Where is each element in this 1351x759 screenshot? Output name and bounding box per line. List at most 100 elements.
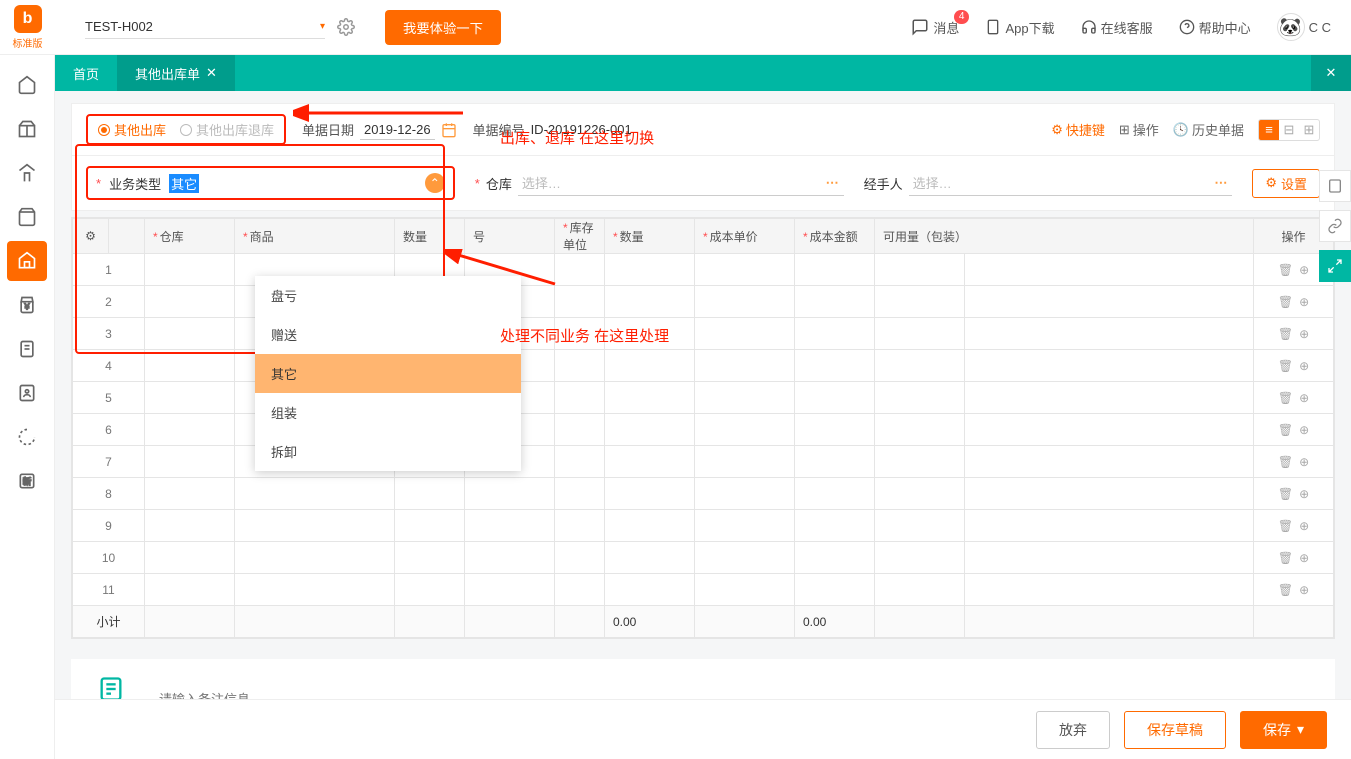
operation-button[interactable]: ⊞操作	[1119, 120, 1159, 139]
nav-sync[interactable]	[7, 417, 47, 457]
messages-link[interactable]: 消息 4	[911, 18, 959, 37]
discard-button[interactable]: 放弃	[1036, 711, 1110, 749]
radio-other-outbound[interactable]: 其他出库	[98, 120, 166, 139]
delete-icon[interactable]: 🗑	[1278, 359, 1293, 373]
svg-text:新: 新	[23, 476, 31, 486]
add-row-icon[interactable]: ⊕	[1299, 263, 1309, 277]
org-settings-icon[interactable]	[337, 18, 355, 36]
tab-home[interactable]: 首页	[55, 55, 117, 91]
chevron-up-icon[interactable]: ⌃	[425, 173, 445, 193]
view-list-icon[interactable]: ≡	[1259, 120, 1279, 140]
radio-other-return[interactable]: 其他出库退库	[180, 120, 274, 139]
logo-icon: b	[14, 5, 42, 33]
nav-money[interactable]: ￥	[7, 285, 47, 325]
add-row-icon[interactable]: ⊕	[1299, 519, 1309, 533]
avatar-icon: 🐼	[1277, 13, 1305, 41]
table-row[interactable]: 11 🗑⊕	[73, 574, 1334, 606]
business-type-input[interactable]: 其它	[169, 174, 417, 193]
tab-other-outbound[interactable]: 其他出库单 ✕	[117, 55, 235, 91]
settings-button[interactable]: ⚙ 设置	[1252, 169, 1320, 198]
logo[interactable]: b 标准版	[0, 0, 55, 55]
add-row-icon[interactable]: ⊕	[1299, 551, 1309, 565]
add-row-icon[interactable]: ⊕	[1299, 359, 1309, 373]
business-type-dropdown: 盘亏赠送其它组装拆卸	[255, 276, 521, 471]
delete-icon[interactable]: 🗑	[1278, 327, 1293, 341]
history-button[interactable]: 🕓历史单据	[1173, 120, 1244, 139]
delete-icon[interactable]: 🗑	[1278, 423, 1293, 437]
table-row[interactable]: 8 🗑⊕	[73, 478, 1334, 510]
messages-badge: 4	[954, 10, 970, 24]
form-row2: * 业务类型 其它 ⌃ * 仓库 选择… ⋯ 经手人 选择… ⋯ ⚙	[71, 156, 1335, 211]
required-star-icon: *	[96, 176, 101, 191]
add-row-icon[interactable]: ⊕	[1299, 391, 1309, 405]
gear-icon: ⚙	[1051, 122, 1063, 138]
view-card-icon[interactable]: ⊞	[1299, 120, 1319, 140]
column-config-icon[interactable]: ⚙	[73, 219, 109, 254]
delete-icon[interactable]: 🗑	[1278, 519, 1293, 533]
user-menu[interactable]: 🐼 C C	[1277, 13, 1331, 41]
dropdown-item[interactable]: 组装	[255, 393, 521, 432]
top-header: b 标准版 TEST-H002 ▾ 我要体验一下 消息 4 App下载 在线客服…	[0, 0, 1351, 55]
nav-bag[interactable]	[7, 197, 47, 237]
add-row-icon[interactable]: ⊕	[1299, 583, 1309, 597]
rail-note-icon[interactable]	[1319, 170, 1351, 202]
app-download-link[interactable]: App下载	[985, 18, 1054, 37]
delete-icon[interactable]: 🗑	[1278, 583, 1293, 597]
table-row[interactable]: 10 🗑⊕	[73, 542, 1334, 574]
rail-expand-icon[interactable]	[1319, 250, 1351, 282]
delete-icon[interactable]: 🗑	[1278, 551, 1293, 565]
try-button[interactable]: 我要体验一下	[385, 10, 501, 45]
handler-input[interactable]: 选择… ⋯	[909, 170, 1233, 196]
nav-contacts[interactable]	[7, 373, 47, 413]
left-nav: ￥ 新	[0, 55, 55, 759]
view-toggle: ≡ ⊟ ⊞	[1258, 119, 1320, 141]
delete-icon[interactable]: 🗑	[1278, 487, 1293, 501]
nav-clipboard[interactable]	[7, 329, 47, 369]
nav-home[interactable]	[7, 65, 47, 105]
delete-icon[interactable]: 🗑	[1278, 263, 1293, 277]
nav-warehouse[interactable]	[7, 241, 47, 281]
view-compact-icon[interactable]: ⊟	[1279, 120, 1299, 140]
help-link[interactable]: 帮助中心	[1179, 18, 1251, 37]
save-draft-button[interactable]: 保存草稿	[1124, 711, 1226, 749]
save-button[interactable]: 保存 ▾	[1240, 711, 1327, 749]
warehouse-input[interactable]: 选择… ⋯	[518, 170, 844, 196]
add-row-icon[interactable]: ⊕	[1299, 487, 1309, 501]
org-selector[interactable]: TEST-H002 ▾	[85, 15, 325, 39]
dropdown-item[interactable]: 其它	[255, 354, 521, 393]
annotation-text: 处理不同业务 在这里处理	[500, 325, 669, 346]
nav-gift[interactable]	[7, 109, 47, 149]
right-rail	[1319, 170, 1351, 282]
nav-new[interactable]: 新	[7, 461, 47, 501]
add-row-icon[interactable]: ⊕	[1299, 295, 1309, 309]
delete-icon[interactable]: 🗑	[1278, 295, 1293, 309]
chevron-down-icon: ▾	[1297, 721, 1304, 738]
main: 其他出库 其他出库退库 单据日期 2019-12-26 单据编号 ID-2019…	[55, 91, 1351, 759]
customer-service-link[interactable]: 在线客服	[1081, 18, 1153, 37]
tabstrip-close-all[interactable]: ✕	[1311, 55, 1351, 91]
calendar-icon[interactable]	[441, 122, 457, 138]
arrow-icon	[293, 103, 473, 123]
add-row-icon[interactable]: ⊕	[1299, 423, 1309, 437]
logo-text: 标准版	[13, 35, 43, 50]
delete-icon[interactable]: 🗑	[1278, 391, 1293, 405]
arrow-icon	[445, 249, 565, 289]
table-row[interactable]: 9 🗑⊕	[73, 510, 1334, 542]
add-row-icon[interactable]: ⊕	[1299, 327, 1309, 341]
dropdown-item[interactable]: 赠送	[255, 315, 521, 354]
dropdown-item[interactable]: 拆卸	[255, 432, 521, 471]
grid-icon: ⊞	[1119, 122, 1130, 138]
subtotal-row: 小计 0.00 0.00	[73, 606, 1334, 638]
add-row-icon[interactable]: ⊕	[1299, 455, 1309, 469]
gear-icon: ⚙	[1265, 175, 1277, 191]
business-type-slot: * 业务类型 其它 ⌃	[86, 166, 475, 200]
handler-slot: 经手人 选择… ⋯	[864, 170, 1253, 196]
tab-close-icon[interactable]: ✕	[206, 65, 217, 81]
top-right: 消息 4 App下载 在线客服 帮助中心 🐼 C C	[911, 13, 1331, 41]
delete-icon[interactable]: 🗑	[1278, 455, 1293, 469]
hotkey-button[interactable]: ⚙快捷键	[1051, 120, 1105, 139]
nav-up[interactable]	[7, 153, 47, 193]
rail-link-icon[interactable]	[1319, 210, 1351, 242]
more-icon[interactable]: ⋯	[826, 175, 840, 191]
more-icon[interactable]: ⋯	[1214, 175, 1228, 191]
